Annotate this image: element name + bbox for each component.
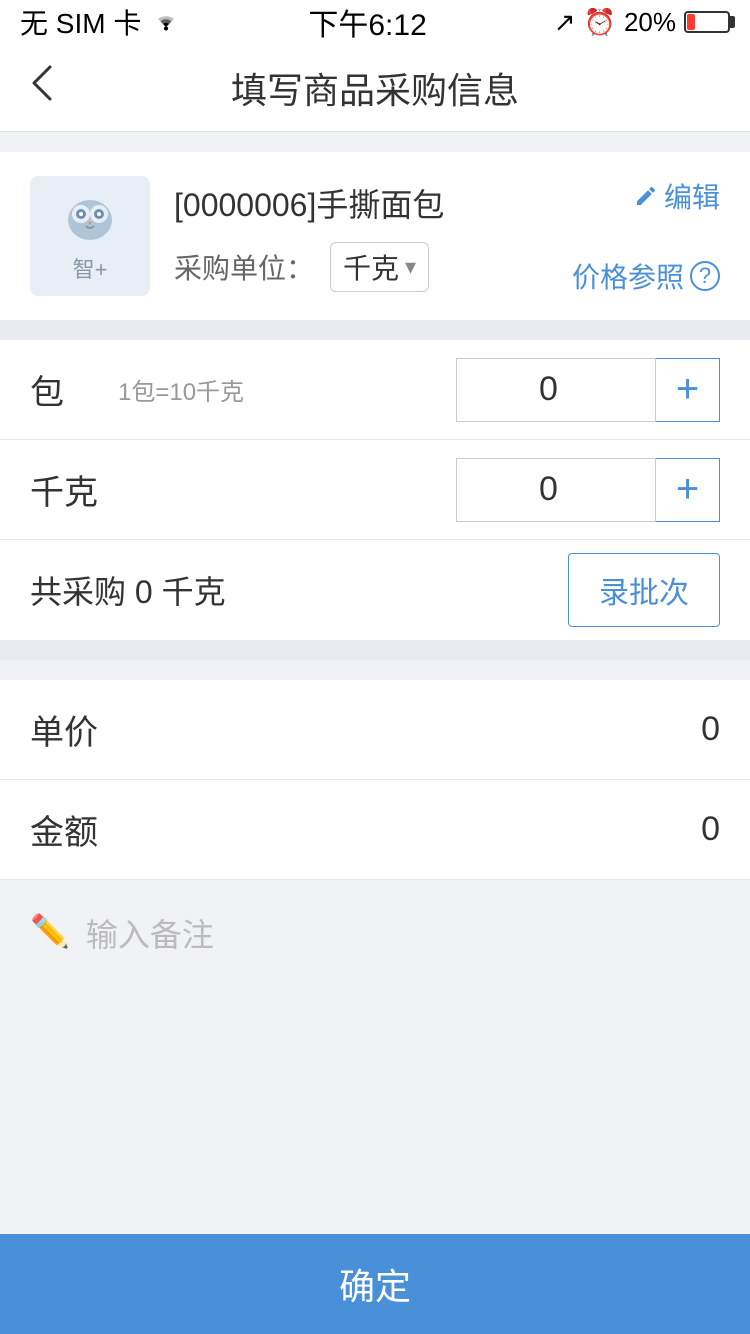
dropdown-arrow-icon: ▾ bbox=[405, 254, 416, 280]
unit-dropdown[interactable]: 千克 ▾ bbox=[330, 242, 429, 292]
kg-control: + bbox=[456, 458, 720, 522]
help-icon: ? bbox=[690, 261, 720, 291]
price-section: 单价 0 金额 0 bbox=[0, 680, 750, 880]
product-logo: 智+ bbox=[30, 176, 150, 296]
edit-button[interactable]: 编辑 bbox=[634, 176, 720, 216]
confirm-button[interactable]: 确定 bbox=[0, 1234, 750, 1334]
pack-sub-label: 1包=10千克 bbox=[118, 372, 456, 407]
status-time: 下午6:12 bbox=[308, 0, 426, 44]
alarm-icon: ⏰ bbox=[584, 7, 616, 38]
kg-plus-button[interactable]: + bbox=[656, 458, 720, 522]
unit-price-value: 0 bbox=[701, 710, 720, 749]
unit-price-row: 单价 0 bbox=[0, 680, 750, 780]
nav-bar: 填写商品采购信息 bbox=[0, 44, 750, 132]
battery-icon bbox=[684, 11, 730, 33]
amount-row: 金额 0 bbox=[0, 780, 750, 880]
kg-input[interactable] bbox=[456, 458, 656, 522]
unit-price-label: 单价 bbox=[30, 705, 98, 754]
amount-value: 0 bbox=[701, 810, 720, 849]
location-icon: ↗ bbox=[554, 7, 576, 38]
input-section: 包 1包=10千克 + 千克 + 共采购 0 千克 录批次 bbox=[0, 340, 750, 640]
notes-placeholder: 输入备注 bbox=[86, 910, 214, 956]
summary-row: 共采购 0 千克 录批次 bbox=[0, 540, 750, 640]
bottom-pad bbox=[0, 1060, 750, 1160]
kg-row: 千克 + bbox=[0, 440, 750, 540]
record-batch-button[interactable]: 录批次 bbox=[568, 553, 720, 627]
pack-label: 包 bbox=[30, 365, 110, 414]
price-ref-button[interactable]: 价格参照 ? bbox=[572, 256, 720, 296]
pencil-icon: ✏️ bbox=[30, 912, 70, 950]
kg-label: 千克 bbox=[30, 465, 110, 514]
page-title: 填写商品采购信息 bbox=[231, 62, 519, 114]
unit-value: 千克 bbox=[343, 247, 399, 287]
status-left: 无 SIM 卡 bbox=[20, 2, 181, 42]
wifi-icon bbox=[151, 6, 181, 38]
pack-input[interactable] bbox=[456, 358, 656, 422]
pack-row: 包 1包=10千克 + bbox=[0, 340, 750, 440]
carrier-label: 无 SIM 卡 bbox=[20, 2, 141, 42]
section-divider-1 bbox=[0, 320, 750, 340]
section-divider-2 bbox=[0, 640, 750, 660]
status-bar: 无 SIM 卡 下午6:12 ↗ ⏰ 20% bbox=[0, 0, 750, 44]
pack-control: + bbox=[456, 358, 720, 422]
amount-label: 金额 bbox=[30, 805, 98, 854]
notes-section[interactable]: ✏️ 输入备注 bbox=[0, 880, 750, 1060]
logo-label: 智+ bbox=[73, 252, 108, 284]
battery-percent: 20% bbox=[624, 7, 676, 38]
pack-plus-button[interactable]: + bbox=[656, 358, 720, 422]
status-right: ↗ ⏰ 20% bbox=[554, 7, 730, 38]
back-button[interactable] bbox=[30, 63, 54, 113]
unit-label-text: 采购单位： bbox=[174, 247, 314, 287]
summary-text: 共采购 0 千克 bbox=[30, 567, 226, 613]
product-card: 智+ [0000006]手撕面包 采购单位： 千克 ▾ 编辑 价格参照 ? bbox=[0, 152, 750, 320]
